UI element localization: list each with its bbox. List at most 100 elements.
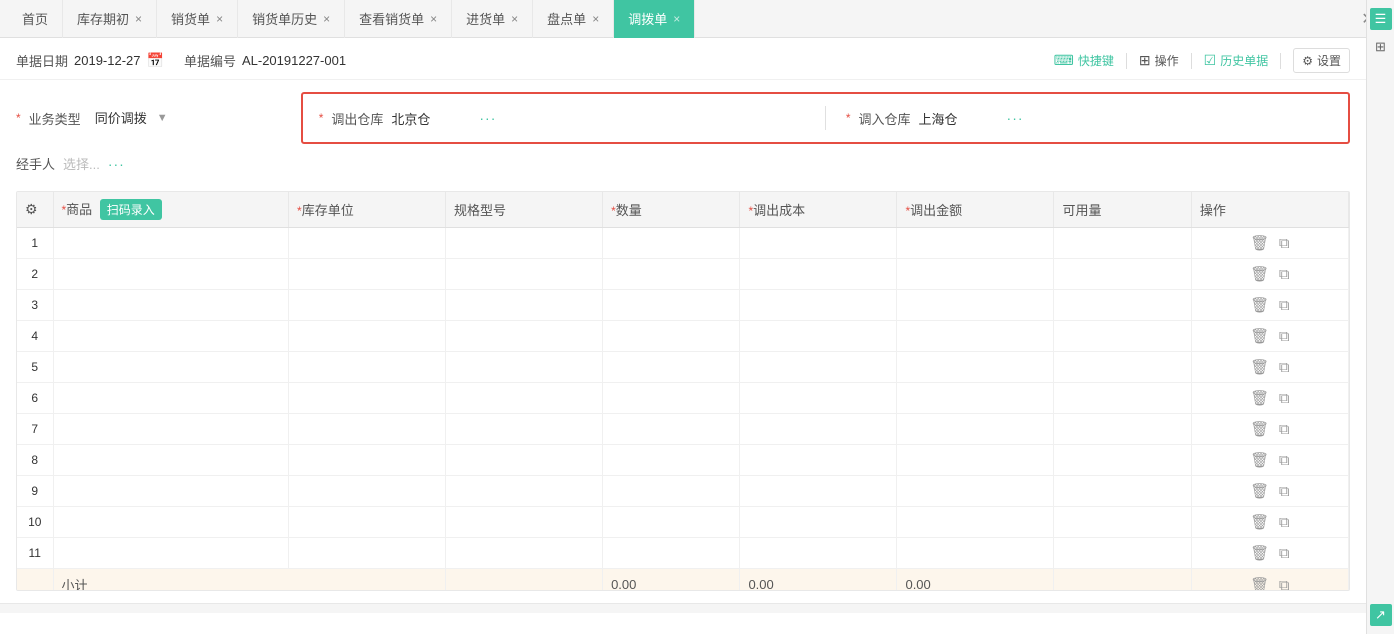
cell-available-10[interactable] <box>1054 507 1191 538</box>
cell-qty-3[interactable] <box>603 290 740 321</box>
cell-spec-3[interactable] <box>446 290 603 321</box>
cell-product-1[interactable] <box>53 228 289 259</box>
date-value[interactable]: 2019-12-27 <box>74 53 141 68</box>
tab-transfer-order[interactable]: 调拨单 × <box>614 0 695 38</box>
horizontal-scroll-bar[interactable] <box>0 603 1366 613</box>
business-type-select[interactable]: 同价调拨 ▼ <box>89 106 269 130</box>
cell-qty-7[interactable] <box>603 414 740 445</box>
in-warehouse-more[interactable]: ··· <box>1007 110 1024 126</box>
cell-cost-2[interactable] <box>740 259 897 290</box>
cell-amount-10[interactable] <box>897 507 1054 538</box>
copy-icon-7[interactable]: ⧉ <box>1276 421 1293 438</box>
cell-available-3[interactable] <box>1054 290 1191 321</box>
cell-spec-5[interactable] <box>446 352 603 383</box>
out-warehouse-value[interactable]: 北京仓 <box>391 109 471 128</box>
cell-spec-8[interactable] <box>446 445 603 476</box>
close-sales-history[interactable]: × <box>323 12 330 26</box>
cell-product-6[interactable] <box>53 383 289 414</box>
copy-icon-4[interactable]: ⧉ <box>1276 328 1293 345</box>
settings-button[interactable]: ⚙ 设置 <box>1293 48 1350 73</box>
delete-icon-8[interactable]: 🗑 <box>1247 452 1272 469</box>
copy-icon-1[interactable]: ⧉ <box>1276 235 1293 252</box>
cell-unit-7[interactable] <box>289 414 446 445</box>
cell-cost-9[interactable] <box>740 476 897 507</box>
close-view-sales[interactable]: × <box>430 12 437 26</box>
cell-unit-5[interactable] <box>289 352 446 383</box>
cell-product-11[interactable] <box>53 538 289 569</box>
copy-icon-8[interactable]: ⧉ <box>1276 452 1293 469</box>
cell-product-5[interactable] <box>53 352 289 383</box>
person-more[interactable]: ··· <box>108 156 125 172</box>
cell-amount-4[interactable] <box>897 321 1054 352</box>
delete-icon-5[interactable]: 🗑 <box>1247 359 1272 376</box>
cell-qty-11[interactable] <box>603 538 740 569</box>
cell-unit-10[interactable] <box>289 507 446 538</box>
subtotal-delete-icon[interactable]: 🗑 <box>1247 577 1272 592</box>
copy-icon-5[interactable]: ⧉ <box>1276 359 1293 376</box>
cell-unit-6[interactable] <box>289 383 446 414</box>
cell-spec-11[interactable] <box>446 538 603 569</box>
tab-purchase-order[interactable]: 进货单 × <box>452 0 533 38</box>
cell-qty-6[interactable] <box>603 383 740 414</box>
cell-product-3[interactable] <box>53 290 289 321</box>
cell-cost-7[interactable] <box>740 414 897 445</box>
delete-icon-3[interactable]: 🗑 <box>1247 297 1272 314</box>
cell-spec-9[interactable] <box>446 476 603 507</box>
cell-qty-8[interactable] <box>603 445 740 476</box>
cell-amount-1[interactable] <box>897 228 1054 259</box>
delete-icon-9[interactable]: 🗑 <box>1247 483 1272 500</box>
cell-spec-2[interactable] <box>446 259 603 290</box>
cell-cost-5[interactable] <box>740 352 897 383</box>
close-stock-check[interactable]: × <box>592 12 599 26</box>
copy-icon-2[interactable]: ⧉ <box>1276 266 1293 283</box>
copy-icon-10[interactable]: ⧉ <box>1276 514 1293 531</box>
delete-icon-4[interactable]: 🗑 <box>1247 328 1272 345</box>
cell-product-10[interactable] <box>53 507 289 538</box>
delete-icon-2[interactable]: 🗑 <box>1247 266 1272 283</box>
out-warehouse-more[interactable]: ··· <box>479 110 496 126</box>
cell-unit-3[interactable] <box>289 290 446 321</box>
tab-home[interactable]: 首页 <box>8 0 63 38</box>
cell-amount-9[interactable] <box>897 476 1054 507</box>
cell-spec-7[interactable] <box>446 414 603 445</box>
tab-sales-order[interactable]: 销货单 × <box>157 0 238 38</box>
cell-unit-4[interactable] <box>289 321 446 352</box>
cell-unit-9[interactable] <box>289 476 446 507</box>
cell-amount-8[interactable] <box>897 445 1054 476</box>
cell-unit-8[interactable] <box>289 445 446 476</box>
tab-inventory-init[interactable]: 库存期初 × <box>63 0 157 38</box>
sidebar-list-btn[interactable]: ☰ <box>1370 8 1392 30</box>
cell-product-2[interactable] <box>53 259 289 290</box>
cell-available-7[interactable] <box>1054 414 1191 445</box>
cell-available-1[interactable] <box>1054 228 1191 259</box>
tab-stock-check[interactable]: 盘点单 × <box>533 0 614 38</box>
column-settings-icon[interactable]: ⚙ <box>25 201 38 217</box>
cell-qty-4[interactable] <box>603 321 740 352</box>
copy-icon-6[interactable]: ⧉ <box>1276 390 1293 407</box>
cell-unit-2[interactable] <box>289 259 446 290</box>
close-purchase-order[interactable]: × <box>511 12 518 26</box>
close-inventory-init[interactable]: × <box>135 12 142 26</box>
person-select[interactable]: 选择... <box>63 154 100 173</box>
cell-available-9[interactable] <box>1054 476 1191 507</box>
delete-icon-7[interactable]: 🗑 <box>1247 421 1272 438</box>
cell-cost-1[interactable] <box>740 228 897 259</box>
cell-cost-4[interactable] <box>740 321 897 352</box>
cell-spec-4[interactable] <box>446 321 603 352</box>
cell-product-8[interactable] <box>53 445 289 476</box>
delete-icon-11[interactable]: 🗑 <box>1247 545 1272 562</box>
cell-available-5[interactable] <box>1054 352 1191 383</box>
history-btn[interactable]: ☑ 历史单据 <box>1204 52 1269 69</box>
delete-icon-10[interactable]: 🗑 <box>1247 514 1272 531</box>
cell-qty-2[interactable] <box>603 259 740 290</box>
sidebar-export-btn[interactable]: ↗ <box>1370 604 1392 626</box>
cell-spec-10[interactable] <box>446 507 603 538</box>
calendar-icon[interactable]: 📅 <box>147 52 164 69</box>
operation-btn[interactable]: ⊞ 操作 <box>1139 52 1179 69</box>
cell-available-2[interactable] <box>1054 259 1191 290</box>
cell-qty-5[interactable] <box>603 352 740 383</box>
cell-amount-3[interactable] <box>897 290 1054 321</box>
subtotal-copy-icon[interactable]: ⧉ <box>1276 577 1293 592</box>
sidebar-layout-btn[interactable]: ⊞ <box>1370 36 1392 58</box>
tab-view-sales[interactable]: 查看销货单 × <box>345 0 452 38</box>
